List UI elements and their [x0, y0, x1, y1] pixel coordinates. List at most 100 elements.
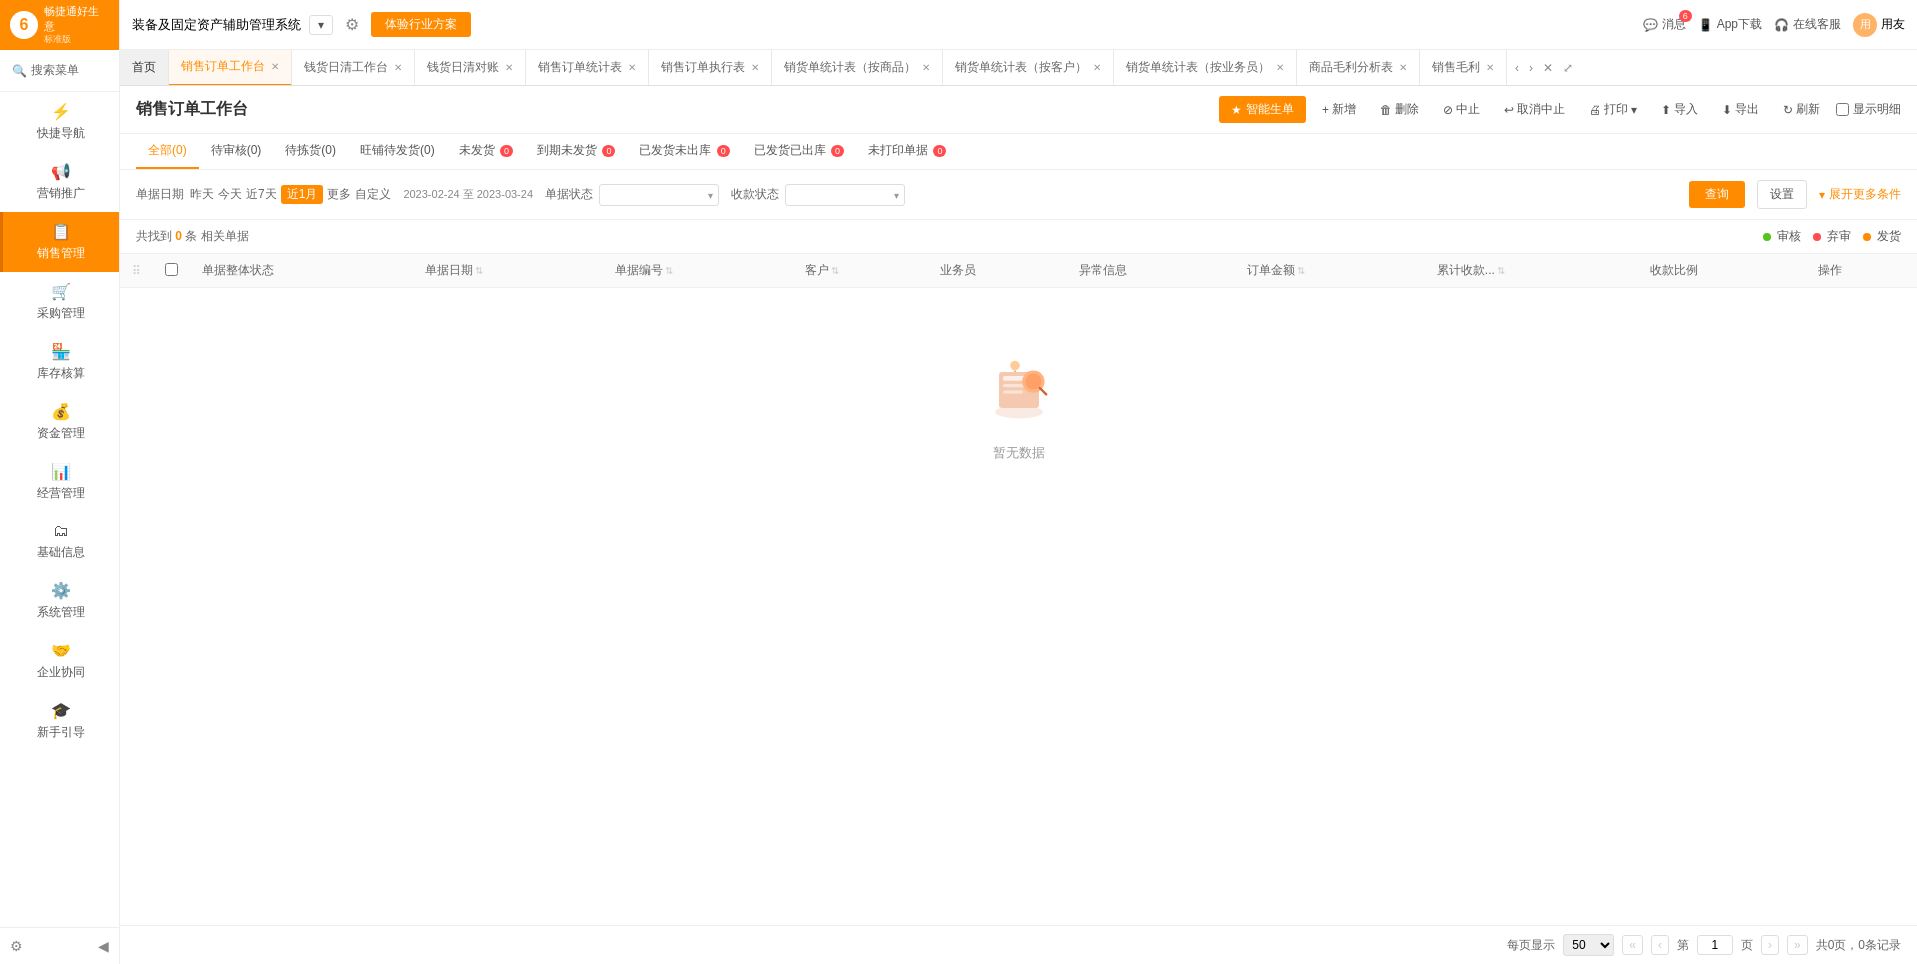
- select-all-checkbox[interactable]: [165, 263, 178, 276]
- search-menu-button[interactable]: 🔍 搜索菜单: [6, 58, 113, 83]
- sidebar-item-marketing[interactable]: 📢 营销推广: [0, 152, 119, 212]
- tab-sales-stats-close[interactable]: ✕: [628, 62, 636, 73]
- tab-product-margin[interactable]: 商品毛利分析表 ✕: [1297, 50, 1420, 86]
- stop-button[interactable]: ⊘ 中止: [1435, 97, 1488, 122]
- cancel-stop-button[interactable]: ↩ 取消中止: [1496, 97, 1573, 122]
- subtab-not-printed[interactable]: 未打印单据 0: [856, 134, 958, 169]
- import-button[interactable]: ⬆ 导入: [1653, 97, 1706, 122]
- sidebar-item-ops[interactable]: 📊 经营管理: [0, 452, 119, 512]
- marketing-icon: 📢: [51, 162, 71, 181]
- tab-sales-exec-close[interactable]: ✕: [751, 62, 759, 73]
- tab-cash-reconcile-close[interactable]: ✕: [505, 62, 513, 73]
- refresh-button[interactable]: ↻ 刷新: [1775, 97, 1828, 122]
- sidebar-item-inventory[interactable]: 🏪 库存核算: [0, 332, 119, 392]
- payment-select[interactable]: [785, 184, 905, 206]
- system-dropdown-button[interactable]: ▾: [309, 15, 333, 35]
- next-page-button[interactable]: ›: [1761, 935, 1779, 955]
- subtab-all[interactable]: 全部(0): [136, 134, 199, 169]
- message-button[interactable]: 💬 消息 6: [1643, 16, 1686, 33]
- tab-cash-daily[interactable]: 钱货日清工作台 ✕: [292, 50, 415, 86]
- sidebar-item-finance[interactable]: 💰 资金管理: [0, 392, 119, 452]
- page-size-select[interactable]: 10 20 50 100: [1563, 934, 1614, 956]
- th-customer-label: 客户: [805, 263, 829, 277]
- sidebar-item-sales[interactable]: 📋 销售管理: [0, 212, 119, 272]
- subtab-shipped-out[interactable]: 已发货已出库 0: [742, 134, 856, 169]
- tab-sales-stats-staff-close[interactable]: ✕: [1276, 62, 1284, 73]
- subtab-overdue-not-shipped[interactable]: 到期未发货 0: [525, 134, 627, 169]
- tab-sales-stats[interactable]: 销售订单统计表 ✕: [526, 50, 649, 86]
- abandon-review-button[interactable]: 弃审: [1813, 228, 1851, 245]
- date-opt-more[interactable]: 更多: [327, 186, 351, 203]
- tab-sales-stats-product[interactable]: 销货单统计表（按商品） ✕: [772, 50, 943, 86]
- subtab-shipped-not-out[interactable]: 已发货未出库 0: [627, 134, 741, 169]
- subtab-not-shipped-badge: 0: [500, 145, 513, 157]
- export-button[interactable]: ⬇ 导出: [1714, 97, 1767, 122]
- tab-close-all-button[interactable]: ✕: [1539, 59, 1557, 77]
- collected-sort-icon[interactable]: ⇅: [1497, 265, 1505, 276]
- amount-sort-icon[interactable]: ⇅: [1297, 265, 1305, 276]
- settings-bottom-button[interactable]: ⚙: [10, 938, 23, 954]
- sidebar-item-base[interactable]: 🗂 基础信息: [0, 512, 119, 571]
- date-opt-custom[interactable]: 自定义: [355, 186, 391, 203]
- tab-sales-workbench[interactable]: 销售订单工作台 ✕: [169, 50, 292, 86]
- add-button[interactable]: + 新增: [1314, 97, 1364, 122]
- date-opt-7days[interactable]: 近7天: [246, 186, 277, 203]
- prev-page-button[interactable]: ‹: [1651, 935, 1669, 955]
- current-page-input[interactable]: [1697, 935, 1733, 955]
- collapse-button[interactable]: ◀: [98, 938, 109, 954]
- date-opt-yesterday[interactable]: 昨天: [190, 186, 214, 203]
- tab-sales-stats-customer[interactable]: 销货单统计表（按客户） ✕: [943, 50, 1114, 86]
- print-button[interactable]: 🖨 打印 ▾: [1581, 97, 1645, 122]
- date-opt-today[interactable]: 今天: [218, 186, 242, 203]
- date-sort-icon[interactable]: ⇅: [475, 265, 483, 276]
- online-service-button[interactable]: 🎧 在线客服: [1774, 16, 1841, 33]
- tab-cash-reconcile[interactable]: 钱货日清对账 ✕: [415, 50, 526, 86]
- show-detail-checkbox[interactable]: [1836, 103, 1849, 116]
- expand-filter-button[interactable]: ▾ 展开更多条件: [1819, 186, 1901, 203]
- subtab-pending-pickup[interactable]: 待拣货(0): [273, 134, 348, 169]
- delete-button[interactable]: 🗑 删除: [1372, 97, 1427, 122]
- quick-nav-icon: ⚡: [51, 102, 71, 121]
- industry-solution-button[interactable]: 体验行业方案: [371, 12, 471, 37]
- sidebar-item-system[interactable]: ⚙️ 系统管理: [0, 571, 119, 631]
- sidebar-item-corp[interactable]: 🤝 企业协同: [0, 631, 119, 691]
- first-page-button[interactable]: «: [1622, 935, 1643, 955]
- tab-cash-daily-close[interactable]: ✕: [394, 62, 402, 73]
- tab-sales-profit-close[interactable]: ✕: [1486, 62, 1494, 73]
- tab-next-button[interactable]: ›: [1525, 59, 1537, 77]
- inventory-icon: 🏪: [51, 342, 71, 361]
- customer-sort-icon[interactable]: ⇅: [831, 265, 839, 276]
- tab-sales-exec[interactable]: 销售订单执行表 ✕: [649, 50, 772, 86]
- status-select[interactable]: [599, 184, 719, 206]
- topbar-settings-button[interactable]: ⚙: [341, 11, 363, 38]
- th-check: [153, 254, 190, 288]
- sidebar-item-purchase[interactable]: 🛒 采购管理: [0, 272, 119, 332]
- tab-sales-workbench-label: 销售订单工作台: [181, 58, 265, 75]
- empty-illustration: [979, 348, 1059, 428]
- filter-setting-button[interactable]: 设置: [1757, 180, 1807, 209]
- sidebar-item-quick-nav[interactable]: ⚡ 快捷导航: [0, 92, 119, 152]
- subtab-wangpu-pending-ship[interactable]: 旺铺待发货(0): [348, 134, 447, 169]
- last-page-button[interactable]: »: [1787, 935, 1808, 955]
- tab-home[interactable]: 首页: [120, 50, 169, 86]
- tab-prev-button[interactable]: ‹: [1511, 59, 1523, 77]
- sidebar-item-guide[interactable]: 🎓 新手引导: [0, 691, 119, 751]
- tab-product-margin-close[interactable]: ✕: [1399, 62, 1407, 73]
- tab-sales-stats-staff[interactable]: 销货单统计表（按业务员） ✕: [1114, 50, 1297, 86]
- subtab-not-shipped[interactable]: 未发货 0: [447, 134, 525, 169]
- tab-sales-stats-customer-close[interactable]: ✕: [1093, 62, 1101, 73]
- subtab-pending-review[interactable]: 待审核(0): [199, 134, 274, 169]
- tab-sales-stats-product-close[interactable]: ✕: [922, 62, 930, 73]
- tab-sales-profit[interactable]: 销售毛利 ✕: [1420, 50, 1507, 86]
- review-action-button[interactable]: 审核: [1763, 228, 1801, 245]
- smart-create-button[interactable]: ★ 智能生单: [1219, 96, 1306, 123]
- date-opt-1month[interactable]: 近1月: [281, 185, 324, 204]
- ship-action-button[interactable]: 发货: [1863, 228, 1901, 245]
- user-menu-button[interactable]: 用 用友: [1853, 13, 1905, 37]
- tab-sales-workbench-close[interactable]: ✕: [271, 61, 279, 72]
- query-button[interactable]: 查询: [1689, 181, 1745, 208]
- app-download-button[interactable]: 📱 App下载: [1698, 16, 1762, 33]
- tab-maximize-button[interactable]: ⤢: [1559, 59, 1577, 77]
- show-detail-checkbox-label[interactable]: 显示明细: [1836, 101, 1901, 118]
- number-sort-icon[interactable]: ⇅: [665, 265, 673, 276]
